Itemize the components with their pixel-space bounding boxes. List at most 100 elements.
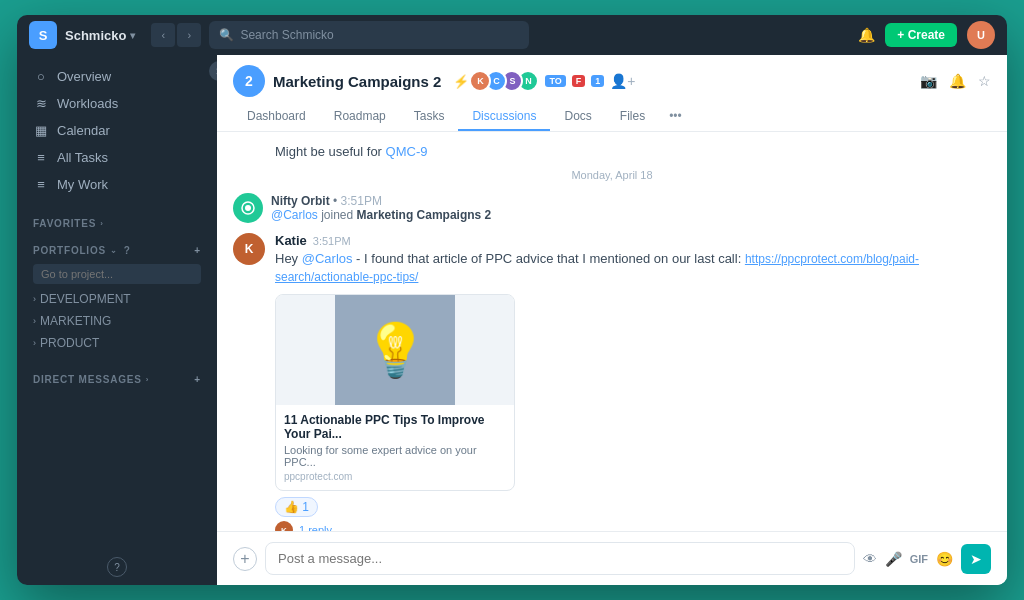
favorites-label: FAVORITES <box>33 218 96 229</box>
author-katie: Katie <box>275 233 307 248</box>
sidebar-item-label: All Tasks <box>57 150 108 165</box>
sidebar-item-workloads[interactable]: ≋ Workloads <box>17 90 217 117</box>
project-title-actions: ⚡ K C S N TO F 1 👤+ <box>453 70 635 92</box>
development-label: DEVELOPMENT <box>40 292 131 306</box>
svg-point-0 <box>245 205 251 211</box>
link-preview-desc: Looking for some expert advice on your P… <box>284 444 506 468</box>
sidebar-group-marketing[interactable]: › MARKETING <box>17 310 217 332</box>
workspace-chevron-icon: ▾ <box>130 30 135 41</box>
overview-icon: ○ <box>33 69 49 84</box>
portfolios-help-icon[interactable]: ? <box>124 245 131 256</box>
tab-discussions[interactable]: Discussions <box>458 103 550 131</box>
date-divider: Monday, April 18 <box>233 169 991 181</box>
system-avatar-nifty <box>233 193 263 223</box>
create-button[interactable]: + Create <box>885 23 957 47</box>
mic-icon[interactable]: 🎤 <box>885 551 902 567</box>
portfolios-label: PORTFOLIOS <box>33 245 106 256</box>
main-layout: ✕ ○ Overview ≋ Workloads ▦ Calendar ≡ Al… <box>17 55 1007 585</box>
project-search-input[interactable] <box>33 264 201 284</box>
sidebar-section-direct-messages[interactable]: DIRECT MESSAGES › + <box>17 362 217 389</box>
sidebar-item-label: Workloads <box>57 96 118 111</box>
attachment-plus-button[interactable]: + <box>233 547 257 571</box>
user-avatar[interactable]: U <box>967 21 995 49</box>
my-work-icon: ≡ <box>33 177 49 192</box>
reaction-thumbsup[interactable]: 👍 1 <box>275 497 318 517</box>
link-preview-url: ppcprotect.com <box>284 471 506 482</box>
project-icon: 2 <box>233 65 265 97</box>
portfolios-expand-icon: ⌄ <box>110 246 118 255</box>
star-icon[interactable]: ☆ <box>978 73 991 89</box>
sidebar-item-label: Overview <box>57 69 111 84</box>
mention-qmc9-top[interactable]: QMC-9 <box>386 144 428 159</box>
project-tabs: Dashboard Roadmap Tasks Discussions Docs… <box>233 103 991 131</box>
tab-tasks[interactable]: Tasks <box>400 103 459 131</box>
project-header: 2 Marketing Campaigns 2 ⚡ K C S N TO F 1 <box>217 55 1007 132</box>
tab-roadmap[interactable]: Roadmap <box>320 103 400 131</box>
send-button[interactable]: ➤ <box>961 544 991 574</box>
link-preview-body: 11 Actionable PPC Tips To Improve Your P… <box>276 405 514 490</box>
marketing-label: MARKETING <box>40 314 111 328</box>
sidebar-item-my-work[interactable]: ≡ My Work <box>17 171 217 198</box>
message-input[interactable] <box>265 542 855 575</box>
portfolios-add-icon[interactable]: + <box>194 245 201 256</box>
nav-arrows: ‹ › <box>151 23 201 47</box>
badge-to: TO <box>545 75 565 87</box>
sidebar-item-calendar[interactable]: ▦ Calendar <box>17 117 217 144</box>
sidebar-item-overview[interactable]: ○ Overview <box>17 63 217 90</box>
tab-files[interactable]: Files <box>606 103 659 131</box>
top-bar: S Schmicko ▾ ‹ › 🔍 Search Schmicko 🔔 + C… <box>17 15 1007 55</box>
video-icon[interactable]: 📷 <box>920 73 937 89</box>
sidebar-section-favorites[interactable]: FAVORITES › <box>17 206 217 233</box>
link-preview-image: 💡 <box>276 295 514 405</box>
link-preview-card[interactable]: 💡 11 Actionable PPC Tips To Improve Your… <box>275 294 515 491</box>
input-icons: 👁 🎤 GIF 😊 <box>863 551 953 567</box>
avatar-group: K C S N <box>475 70 539 92</box>
emoji-icon[interactable]: 😊 <box>936 551 953 567</box>
system-message-nifty: Nifty Orbit • 3:51PM @Carlos joined Mark… <box>233 193 991 223</box>
nav-forward-button[interactable]: › <box>177 23 201 47</box>
badge-f: F <box>572 75 586 87</box>
tab-docs[interactable]: Docs <box>550 103 605 131</box>
system-text-nifty: Nifty Orbit • 3:51PM @Carlos joined Mark… <box>271 194 491 222</box>
sidebar-group-product[interactable]: › PRODUCT <box>17 332 217 354</box>
favorites-expand-icon: › <box>100 219 103 228</box>
link-ppc[interactable]: https://ppcprotect.com/blog/paid-search/… <box>275 252 919 284</box>
all-tasks-icon: ≡ <box>33 150 49 165</box>
invite-members-icon[interactable]: 👤+ <box>610 73 635 89</box>
workspace-name[interactable]: Schmicko ▾ <box>65 28 135 43</box>
reply-count: 1 reply <box>299 524 332 531</box>
eye-icon[interactable]: 👁 <box>863 551 877 567</box>
direct-messages-label: DIRECT MESSAGES <box>33 374 142 385</box>
nav-back-button[interactable]: ‹ <box>151 23 175 47</box>
mention-carlos-katie[interactable]: @Carlos <box>302 251 353 266</box>
help-icon[interactable]: ? <box>107 557 127 577</box>
avatar-katie: K <box>233 233 265 265</box>
reply-link-katie[interactable]: K 1 reply <box>275 521 991 531</box>
sidebar-item-label: Calendar <box>57 123 110 138</box>
sidebar-item-all-tasks[interactable]: ≡ All Tasks <box>17 144 217 171</box>
marketing-arrow-icon: › <box>33 316 36 326</box>
tab-more-button[interactable]: ••• <box>659 103 692 131</box>
notifications-header-icon[interactable]: 🔔 <box>949 73 966 89</box>
chat-area: Might be useful for QMC-9 Monday, April … <box>217 132 1007 531</box>
dm-add-icon[interactable]: + <box>194 374 201 385</box>
gif-icon[interactable]: GIF <box>910 553 928 565</box>
workloads-icon: ≋ <box>33 96 49 111</box>
header-right-actions: 📷 🔔 ☆ <box>920 73 991 89</box>
search-bar[interactable]: 🔍 Search Schmicko <box>209 21 529 49</box>
message-plain-top: Might be useful for QMC-9 <box>233 144 991 159</box>
sidebar: ✕ ○ Overview ≋ Workloads ▦ Calendar ≡ Al… <box>17 55 217 585</box>
message-text-katie: Hey @Carlos - I found that article of PP… <box>275 250 991 286</box>
sidebar-group-development[interactable]: › DEVELOPMENT <box>17 288 217 310</box>
send-icon: ➤ <box>970 551 982 567</box>
search-icon: 🔍 <box>219 28 234 42</box>
link-preview-title: 11 Actionable PPC Tips To Improve Your P… <box>284 413 506 441</box>
top-bar-right: 🔔 + Create U <box>858 21 995 49</box>
badge-count: 1 <box>591 75 604 87</box>
tab-dashboard[interactable]: Dashboard <box>233 103 320 131</box>
sidebar-section-portfolios[interactable]: PORTFOLIOS ⌄ ? + <box>17 233 217 260</box>
notifications-bell-icon[interactable]: 🔔 <box>858 27 875 43</box>
project-title-row: 2 Marketing Campaigns 2 ⚡ K C S N TO F 1 <box>233 55 991 103</box>
product-label: PRODUCT <box>40 336 99 350</box>
bulb-icon: 💡 <box>363 320 428 381</box>
